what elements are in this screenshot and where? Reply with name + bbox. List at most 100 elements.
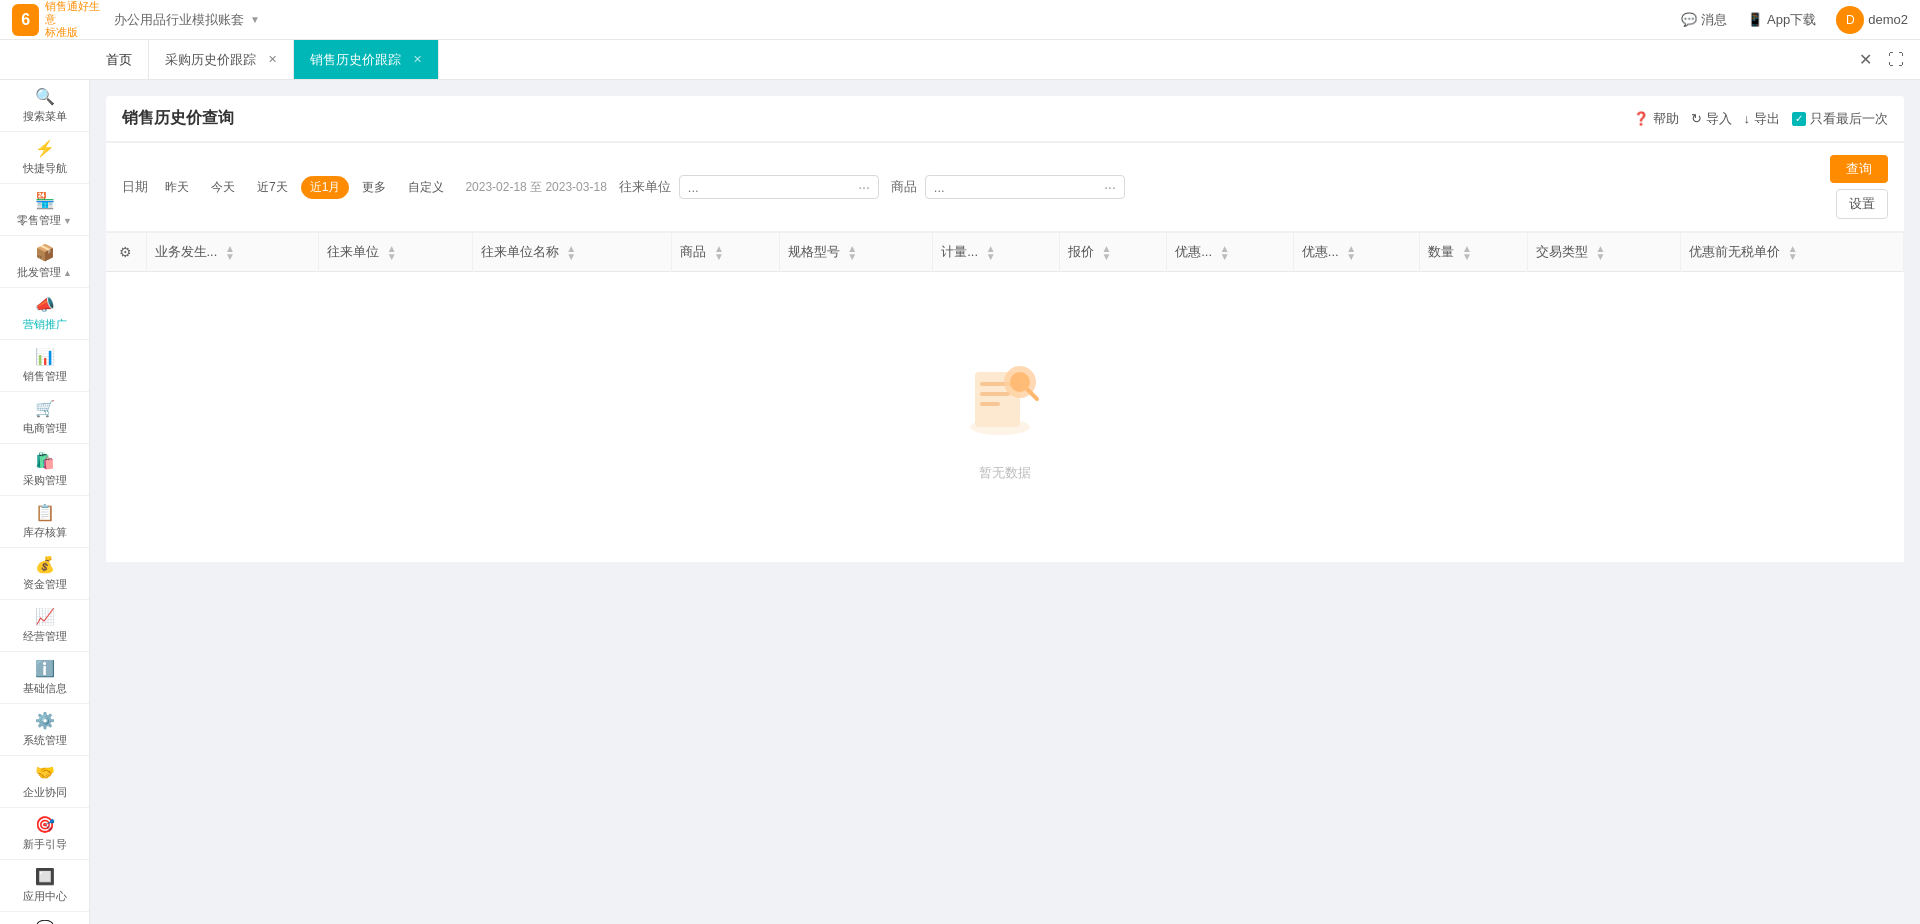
main-layout: 🔍 搜索菜单 ⚡ 快捷导航 🏪 零售管理 ▼ 📦 批发管理 ▲ 📣 营销推广 [0,80,1920,924]
setting-button[interactable]: 设置 [1836,189,1888,219]
operation-icon: 📈 [35,607,55,626]
col-trade-type[interactable]: 交易类型 ▲▼ [1527,233,1680,272]
sidebar-item-ecommerce[interactable]: 🛒 电商管理 [0,392,89,444]
col-pretax-price[interactable]: 优惠前无税单价 ▲▼ [1681,233,1904,272]
sort-icon: ▲▼ [714,245,724,261]
sort-icon: ▲▼ [847,245,857,261]
more-icon[interactable]: ··· [1104,179,1116,195]
sidebar: 🔍 搜索菜单 ⚡ 快捷导航 🏪 零售管理 ▼ 📦 批发管理 ▲ 📣 营销推广 [0,80,90,924]
tab-close-icon[interactable]: ✕ [268,53,277,66]
col-partner-code[interactable]: 往来单位 ▲▼ [319,233,472,272]
col-biz-date[interactable]: 业务发生... ▲▼ [146,233,319,272]
only-last-checkbox[interactable]: ✓ 只看最后一次 [1792,110,1888,128]
date-buttons: 昨天 今天 近7天 近1月 更多 自定义 [156,176,453,199]
col-discount1[interactable]: 优惠... ▲▼ [1167,233,1294,272]
sort-icon: ▲▼ [1595,245,1605,261]
export-icon: ↓ [1744,111,1751,126]
date-today-button[interactable]: 今天 [202,176,244,199]
partner-input[interactable] [688,180,858,195]
sidebar-item-system[interactable]: ⚙️ 系统管理 [0,704,89,756]
date-more-button[interactable]: 更多 [353,176,395,199]
col-partner-name[interactable]: 往来单位名称 ▲▼ [472,233,672,272]
more-icon[interactable]: ··· [858,179,870,195]
sort-icon: ▲▼ [1346,245,1356,261]
tab-sales-history[interactable]: 销售历史价跟踪 ✕ [294,40,439,79]
tab-bar-actions: ✕ ⛶ [1855,40,1920,79]
wechat-icon: 💬 [35,919,55,924]
goods-input-wrapper[interactable]: ··· [925,175,1125,199]
app-icon: 🔲 [35,867,55,886]
tab-purchase-history[interactable]: 采购历史价跟踪 ✕ [149,40,294,79]
sidebar-item-enterprise-collab[interactable]: 🤝 企业协同 [0,756,89,808]
filter-row: 日期 昨天 今天 近7天 近1月 更多 自定义 2023-02-18 至 202… [122,155,1888,219]
partner-input-wrapper[interactable]: ··· [679,175,879,199]
retail-icon: 🏪 [35,191,55,210]
marketing-icon: 📣 [35,295,55,314]
message-button[interactable]: 💬 消息 [1681,11,1727,29]
sidebar-item-wholesale[interactable]: 📦 批发管理 ▲ [0,236,89,288]
col-spec[interactable]: 规格型号 ▲▼ [779,233,932,272]
col-price[interactable]: 报价 ▲▼ [1059,233,1166,272]
col-settings[interactable]: ⚙ [106,233,146,272]
import-button[interactable]: ↻ 导入 [1691,110,1732,128]
tab-home[interactable]: 首页 [90,40,149,79]
col-discount2[interactable]: 优惠... ▲▼ [1293,233,1420,272]
search-icon: 🔍 [35,87,55,106]
tab-bar: 首页 采购历史价跟踪 ✕ 销售历史价跟踪 ✕ ✕ ⛶ [0,40,1920,80]
sort-icon: ▲▼ [1788,245,1798,261]
col-qty[interactable]: 数量 ▲▼ [1420,233,1527,272]
sidebar-item-finance[interactable]: 💰 资金管理 [0,548,89,600]
sidebar-item-app-center[interactable]: 🔲 应用中心 [0,860,89,912]
chevron-down-icon: ▼ [63,216,72,226]
tab-close-icon[interactable]: ✕ [413,53,422,66]
goods-filter-group: 商品 ··· [891,175,1125,199]
sidebar-item-guide[interactable]: 🎯 新手引导 [0,808,89,860]
col-unit[interactable]: 计量... ▲▼ [933,233,1060,272]
sidebar-item-basic-info[interactable]: ℹ️ 基础信息 [0,652,89,704]
info-icon: ℹ️ [35,659,55,678]
sort-icon: ▲▼ [566,245,576,261]
sidebar-item-search[interactable]: 🔍 搜索菜单 [0,80,89,132]
query-button[interactable]: 查询 [1830,155,1888,183]
sort-icon: ▲▼ [1220,245,1230,261]
sort-icon: ▲▼ [986,245,996,261]
close-tab-button[interactable]: ✕ [1855,46,1876,73]
sort-icon: ▲▼ [1462,245,1472,261]
chevron-up-icon: ▲ [63,268,72,278]
date-7days-button[interactable]: 近7天 [248,176,297,199]
wholesale-icon: 📦 [35,243,55,262]
help-button[interactable]: ❓ 帮助 [1633,110,1679,128]
top-bar-right: 💬 消息 📱 App下载 D demo2 [1681,6,1908,34]
logo-icon: 6 [12,4,39,36]
sidebar-item-shortcuts[interactable]: ⚡ 快捷导航 [0,132,89,184]
import-icon: ↻ [1691,111,1702,126]
sidebar-item-marketing[interactable]: 📣 营销推广 [0,288,89,340]
sidebar-item-operation[interactable]: 📈 经营管理 [0,600,89,652]
sidebar-item-purchase[interactable]: 🛍️ 采购管理 [0,444,89,496]
col-goods[interactable]: 商品 ▲▼ [672,233,779,272]
date-yesterday-button[interactable]: 昨天 [156,176,198,199]
user-avatar-button[interactable]: D demo2 [1836,6,1908,34]
date-filter-group: 日期 昨天 今天 近7天 近1月 更多 自定义 2023-02-18 至 202… [122,176,607,199]
checkbox-icon: ✓ [1792,112,1806,126]
export-button[interactable]: ↓ 导出 [1744,110,1781,128]
filter-actions: 查询 设置 [1830,155,1888,219]
empty-state: 暂无数据 [106,272,1904,562]
sidebar-item-inventory[interactable]: 📋 库存核算 [0,496,89,548]
empty-illustration [955,352,1055,452]
sidebar-item-wechat-work[interactable]: 💬 企业微信 [0,912,89,924]
date-custom-button[interactable]: 自定义 [399,176,453,199]
maximize-button[interactable]: ⛶ [1884,47,1908,73]
sidebar-item-sales[interactable]: 📊 销售管理 [0,340,89,392]
company-title[interactable]: 办公用品行业模拟账套 ▼ [102,11,1681,29]
filter-area: 日期 昨天 今天 近7天 近1月 更多 自定义 2023-02-18 至 202… [106,142,1904,231]
goods-label: 商品 [891,178,917,196]
top-bar: 6 销售通好生意 标准版 办公用品行业模拟账套 ▼ 💬 消息 📱 App下载 D… [0,0,1920,40]
settings-icon[interactable]: ⚙ [119,244,132,260]
guide-icon: 🎯 [35,815,55,834]
app-download-button[interactable]: 📱 App下载 [1747,11,1816,29]
sidebar-item-retail[interactable]: 🏪 零售管理 ▼ [0,184,89,236]
goods-input[interactable] [934,180,1104,195]
logo-text: 销售通好生意 标准版 [45,0,102,39]
date-1month-button[interactable]: 近1月 [301,176,350,199]
